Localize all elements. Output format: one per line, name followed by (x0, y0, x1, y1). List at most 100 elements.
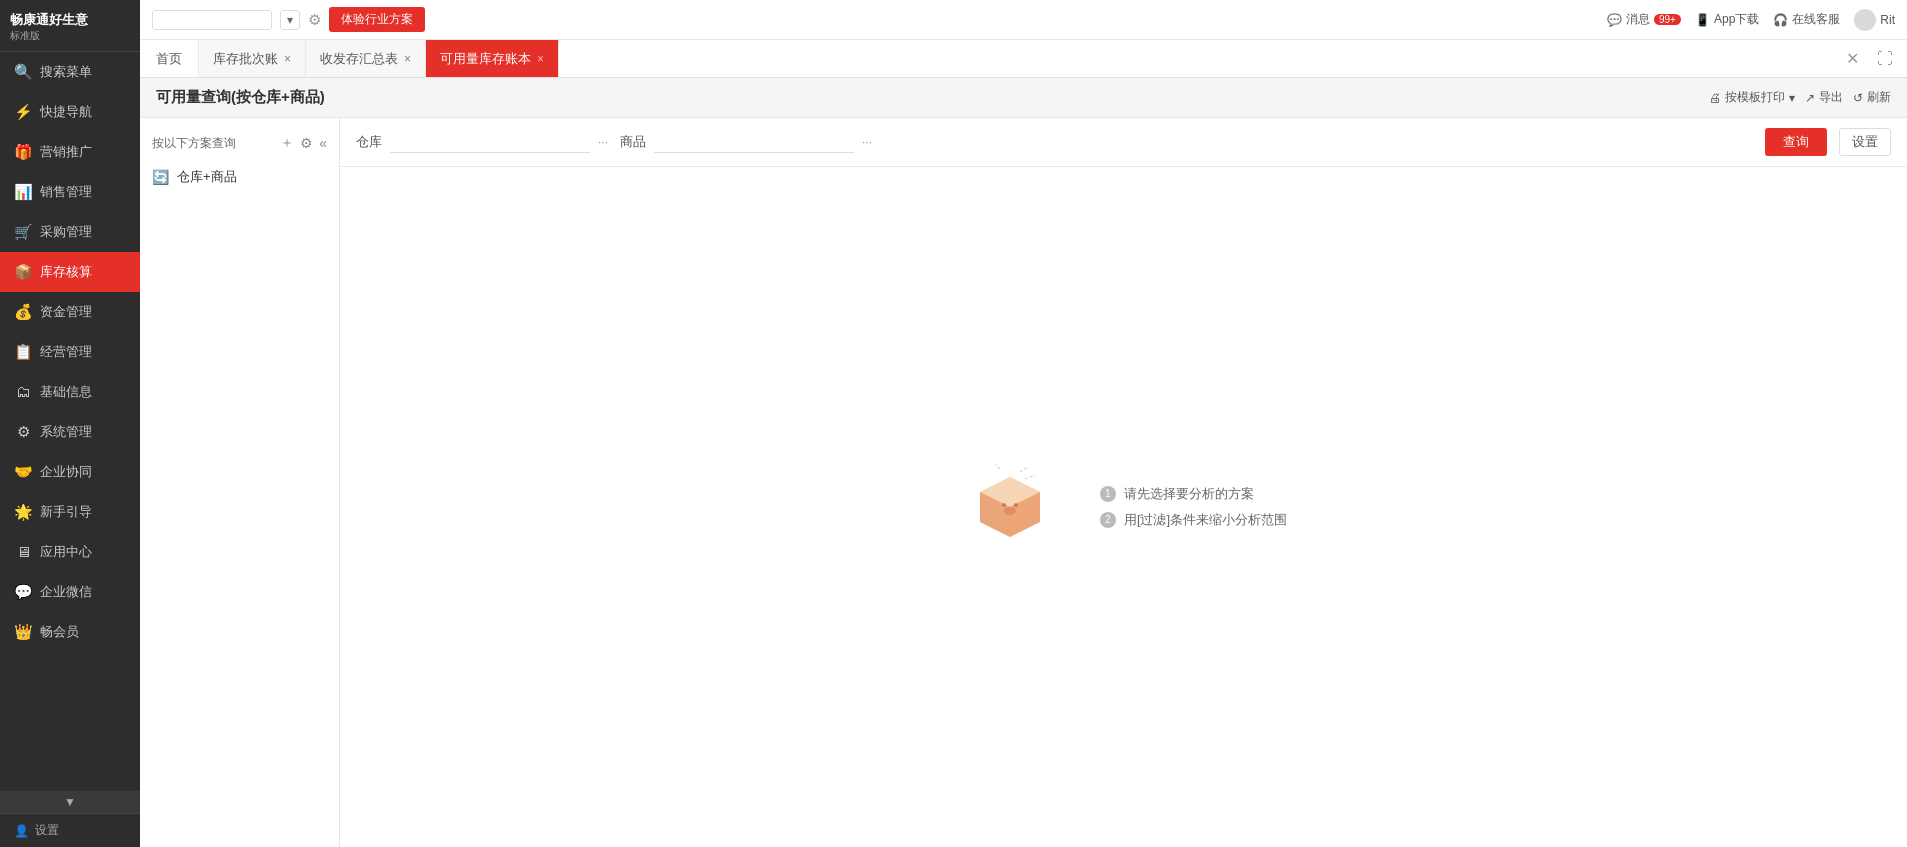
user-account-btn[interactable]: Rit (1854, 9, 1895, 31)
empty-box-svg (960, 457, 1060, 557)
topbar: ▾ ⚙ 体验行业方案 💬 消息 99+ 📱 App下载 🎧 在线客服 Rit (140, 0, 1907, 40)
warehouse-label: 仓库 (356, 133, 382, 151)
sidebar-item-label-appstore: 应用中心 (40, 543, 92, 561)
sidebar-item-label-member: 畅会员 (40, 623, 79, 641)
purchase-icon: 🛒 (14, 223, 32, 241)
export-btn[interactable]: ↗ 导出 (1805, 89, 1843, 106)
sidebar: 畅康通好生意 标准版 🔍搜索菜单⚡快捷导航🎁营销推广📊销售管理🛒采购管理📦库存核… (0, 0, 140, 847)
tab-close-inventory-batch[interactable]: × (284, 52, 291, 66)
message-icon: 💬 (1607, 13, 1622, 27)
home-tab-label: 首页 (156, 50, 182, 68)
sidebar-item-member[interactable]: 👑畅会员 (0, 612, 140, 652)
goods-field: 商品 ··· (620, 132, 872, 153)
sidebar-item-label-cooperation: 企业协同 (40, 463, 92, 481)
empty-step-2: 2 用[过滤]条件来缩小分析范围 (1100, 507, 1287, 533)
export-icon: ↗ (1805, 91, 1815, 105)
sidebar-item-wechat[interactable]: 💬企业微信 (0, 572, 140, 612)
operation-icon: 📋 (14, 343, 32, 361)
step-num-2: 2 (1100, 512, 1116, 528)
online-service-btn[interactable]: 🎧 在线客服 (1773, 11, 1840, 28)
svg-line-7 (1020, 467, 1028, 472)
sidebar-item-label-operation: 经营管理 (40, 343, 92, 361)
cooperation-icon: 🤝 (14, 463, 32, 481)
industry-btn[interactable]: 体验行业方案 (329, 7, 425, 32)
sidebar-item-label-inventory: 库存核算 (40, 263, 92, 281)
sidebar-item-label-sales: 销售管理 (40, 183, 92, 201)
appstore-icon: 🖥 (14, 543, 32, 560)
warehouse-more-btn[interactable]: ··· (598, 135, 608, 149)
sidebar-item-search[interactable]: 🔍搜索菜单 (0, 52, 140, 92)
tab-summary[interactable]: 收发存汇总表 × (306, 40, 426, 78)
filter-header: 按以下方案查询 ＋ ⚙ « (140, 128, 339, 160)
sidebar-item-shortcut[interactable]: ⚡ 快捷导航 (0, 92, 140, 132)
goods-label: 商品 (620, 133, 646, 151)
settings-scheme-btn[interactable]: ⚙ (300, 134, 313, 152)
filter-panel: 按以下方案查询 ＋ ⚙ « 🔄 仓库+商品 (140, 118, 340, 847)
message-btn[interactable]: 💬 消息 99+ (1607, 11, 1681, 28)
gear-icon[interactable]: ⚙ (308, 11, 321, 29)
empty-step-1: 1 请先选择要分析的方案 (1100, 481, 1287, 507)
search-dropdown-btn[interactable]: ▾ (280, 10, 300, 30)
scheme-label: 仓库+商品 (177, 168, 237, 186)
tab-close-summary[interactable]: × (404, 52, 411, 66)
main-area: ▾ ⚙ 体验行业方案 💬 消息 99+ 📱 App下载 🎧 在线客服 Rit (140, 0, 1907, 847)
tabs-bar: 首页 库存批次账 × 收发存汇总表 × 可用量库存账本 × ✕ ⛶ (140, 40, 1907, 78)
message-badge: 99+ (1654, 14, 1681, 25)
print-dropdown-icon: ▾ (1789, 91, 1795, 105)
sidebar-item-operation[interactable]: 📋 经营管理 (0, 332, 140, 372)
sidebar-item-cooperation[interactable]: 🤝 企业协同 (0, 452, 140, 492)
sidebar-item-label-purchase: 采购管理 (40, 223, 92, 241)
tab-close-available-stock[interactable]: × (537, 52, 544, 66)
sidebar-item-system[interactable]: ⚙系统管理 (0, 412, 140, 452)
marketing-icon: 🎁 (14, 143, 32, 161)
goods-input[interactable] (654, 132, 854, 153)
goods-more-btn[interactable]: ··· (862, 135, 872, 149)
sidebar-item-label-finance: 资金管理 (40, 303, 92, 321)
tab-available-stock[interactable]: 可用量库存账本 × (426, 40, 559, 78)
filter-title: 按以下方案查询 (152, 135, 236, 152)
app-icon: 📱 (1695, 13, 1710, 27)
sidebar-item-basic[interactable]: 🗂基础信息 (0, 372, 140, 412)
empty-illustration (960, 457, 1060, 557)
sidebar-item-appstore[interactable]: 🖥 应用中心 (0, 532, 140, 572)
online-service-label: 在线客服 (1792, 11, 1840, 28)
sidebar-item-label-shortcut: 快捷导航 (40, 103, 92, 121)
brand-edition: 标准版 (10, 29, 130, 43)
print-btn[interactable]: 🖨 按模板打印 ▾ (1709, 89, 1795, 106)
export-label: 导出 (1819, 89, 1843, 106)
app-download-btn[interactable]: 📱 App下载 (1695, 11, 1759, 28)
shortcut-icon: ⚡ (14, 103, 32, 121)
message-label: 消息 (1626, 11, 1650, 28)
sidebar-item-sales[interactable]: 📊销售管理 (0, 172, 140, 212)
svg-line-9 (995, 464, 1000, 469)
query-btn[interactable]: 查询 (1765, 128, 1827, 156)
sidebar-item-marketing[interactable]: 🎁营销推广 (0, 132, 140, 172)
collapse-panel-btn[interactable]: « (319, 134, 327, 152)
tab-maximize-btn[interactable]: ⛶ (1871, 48, 1899, 70)
svg-point-6 (1014, 503, 1018, 507)
search-input[interactable] (152, 10, 272, 30)
sidebar-item-guide[interactable]: 🌟新手引导 (0, 492, 140, 532)
query-bar: 仓库 ··· 商品 ··· 查询 设置 (340, 118, 1907, 167)
sidebar-item-inventory[interactable]: 📦 库存核算 (0, 252, 140, 292)
sidebar-username: 设置 (35, 822, 59, 839)
refresh-btn[interactable]: ↺ 刷新 (1853, 89, 1891, 106)
sidebar-scroll-down[interactable]: ▼ (0, 791, 140, 813)
user-icon: 👤 (14, 824, 29, 838)
sidebar-item-finance[interactable]: 💰资金管理 (0, 292, 140, 332)
search-icon: 🔍 (14, 63, 32, 81)
table-settings-btn[interactable]: 设置 (1839, 128, 1891, 156)
tab-home[interactable]: 首页 (140, 40, 199, 78)
user-name: Rit (1880, 13, 1895, 27)
sidebar-item-purchase[interactable]: 🛒 采购管理 (0, 212, 140, 252)
inventory-icon: 📦 (14, 263, 32, 281)
sidebar-bottom-user[interactable]: 👤 设置 (0, 813, 140, 847)
filter-scheme-item[interactable]: 🔄 仓库+商品 (140, 160, 339, 194)
service-icon: 🎧 (1773, 13, 1788, 27)
sidebar-item-label-basic: 基础信息 (40, 383, 92, 401)
add-scheme-btn[interactable]: ＋ (280, 134, 294, 152)
warehouse-input[interactable] (390, 132, 590, 153)
step1-text: 请先选择要分析的方案 (1124, 481, 1254, 507)
tab-close-window-btn[interactable]: ✕ (1840, 47, 1865, 70)
tab-inventory-batch[interactable]: 库存批次账 × (199, 40, 306, 78)
